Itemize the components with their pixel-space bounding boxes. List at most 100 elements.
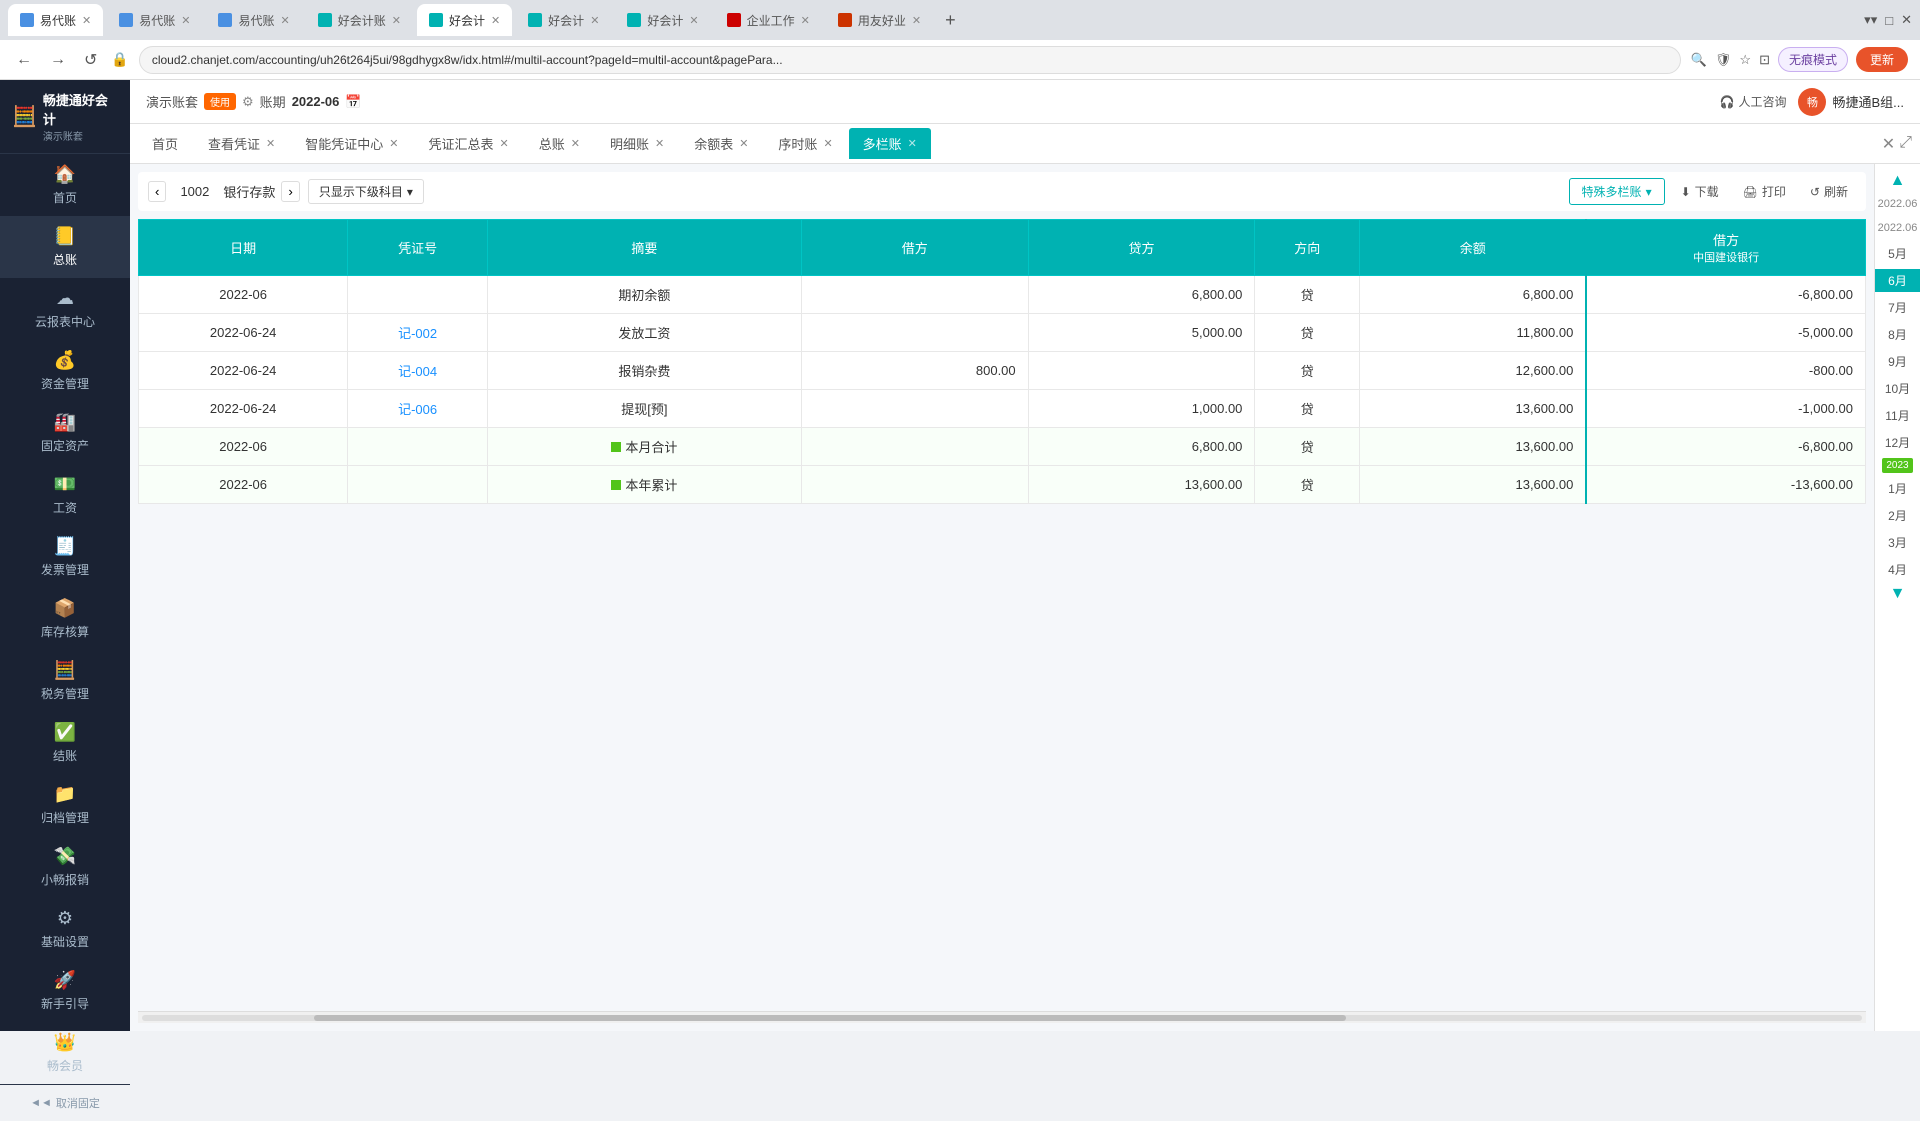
cell-balance: 12,600.00: [1360, 352, 1587, 390]
tab-general-ledger[interactable]: 总账 ✕: [525, 128, 594, 159]
sidebar-item-cloud-report[interactable]: ☁ 云报表中心: [0, 278, 130, 340]
back-button[interactable]: ←: [12, 47, 36, 73]
month-june[interactable]: 6月: [1875, 269, 1920, 292]
tab-hao-kuaiji-3[interactable]: 好会计 ✕: [516, 4, 611, 36]
sidebar-item-member[interactable]: 👑 畅会员: [0, 1022, 130, 1084]
no-trace-button[interactable]: 无痕模式: [1778, 47, 1848, 72]
tab-close-2[interactable]: ✕: [181, 14, 190, 27]
tab-voucher-summary[interactable]: 凭证汇总表 ✕: [414, 128, 522, 159]
tab-smart-voucher-close[interactable]: ✕: [389, 137, 398, 150]
tab-detail-ledger[interactable]: 明细账 ✕: [596, 128, 678, 159]
cell-direction: 贷: [1255, 314, 1360, 352]
calendar-icon[interactable]: 📅: [345, 94, 361, 110]
tab-detail-ledger-close[interactable]: ✕: [655, 137, 664, 150]
month-feb-2023[interactable]: 2月: [1875, 504, 1920, 527]
sidebar-item-invoice[interactable]: 🧾 发票管理: [0, 526, 130, 588]
sidebar-item-finance[interactable]: 💰 资金管理: [0, 340, 130, 402]
tab-enterprise[interactable]: 企业工作 ✕: [715, 4, 822, 36]
sidebar-item-inventory[interactable]: 📦 库存核算: [0, 588, 130, 650]
scrollbar-thumb[interactable]: [314, 1015, 1346, 1021]
next-account-button[interactable]: ›: [281, 181, 299, 202]
tab-balance[interactable]: 余额表 ✕: [680, 128, 762, 159]
horizontal-scrollbar[interactable]: [138, 1011, 1866, 1023]
tab-yi-dazhang-1[interactable]: 易代账 ✕: [8, 4, 103, 36]
tab-hao-kuaiji-1[interactable]: 好会计账 ✕: [306, 4, 413, 36]
ledger-table: 日期 凭证号 摘要 借方 贷方 方向 余额 借方 中国建设银行: [138, 219, 1866, 1011]
tab-multi-col-close[interactable]: ✕: [908, 137, 917, 150]
window-controls: ▾▾ □ ✕: [1864, 12, 1912, 28]
restore-button[interactable]: □: [1885, 13, 1893, 28]
sidebar-item-archive[interactable]: 📁 归档管理: [0, 774, 130, 836]
sidebar-item-home[interactable]: 🏠 首页: [0, 154, 130, 216]
month-december[interactable]: 12月: [1875, 431, 1920, 454]
tab-close-8[interactable]: ✕: [801, 14, 810, 27]
prev-account-button[interactable]: ‹: [148, 181, 166, 202]
tab-youyou[interactable]: 用友好业 ✕: [826, 4, 933, 36]
sidebar-item-guide[interactable]: 🚀 新手引导: [0, 960, 130, 1022]
month-jan-2023[interactable]: 1月: [1875, 477, 1920, 500]
tab-smart-voucher[interactable]: 智能凭证中心 ✕: [291, 128, 412, 159]
scroll-up-button[interactable]: ▲: [1890, 172, 1906, 190]
star-icon[interactable]: ☆: [1739, 52, 1751, 68]
tab-hao-kuaiji-2[interactable]: 好会计 ✕: [417, 4, 512, 36]
sidebar-item-tax[interactable]: 🧮 税务管理: [0, 650, 130, 712]
download-button[interactable]: ⬇ 下载: [1673, 179, 1727, 204]
print-button[interactable]: 🖨 打印: [1735, 179, 1794, 204]
tab-view-voucher-close[interactable]: ✕: [266, 137, 275, 150]
tab-yi-dazhang-3[interactable]: 易代账 ✕: [206, 4, 301, 36]
settings-gear-icon[interactable]: ⚙: [242, 94, 254, 110]
collapse-panel-icon[interactable]: ✕: [1882, 134, 1895, 154]
consult-button[interactable]: 🎧 人工咨询: [1720, 93, 1787, 110]
month-october[interactable]: 10月: [1875, 377, 1920, 400]
tab-close-5[interactable]: ✕: [491, 14, 500, 27]
month-apr-2023[interactable]: 4月: [1875, 558, 1920, 581]
sidebar-item-salary[interactable]: 💵 工资: [0, 464, 130, 526]
sidebar-item-settings[interactable]: ⚙ 基础设置: [0, 898, 130, 960]
update-button[interactable]: 更新: [1856, 47, 1908, 72]
sidebar-toggle-icon[interactable]: ⊡: [1759, 52, 1770, 68]
tab-sequential[interactable]: 序时账 ✕: [764, 128, 846, 159]
tab-close-4[interactable]: ✕: [392, 14, 401, 27]
tab-hao-kuaiji-4[interactable]: 好会计 ✕: [615, 4, 710, 36]
sidebar-item-assets[interactable]: 🏭 固定资产: [0, 402, 130, 464]
tab-general-ledger-close[interactable]: ✕: [571, 137, 580, 150]
minimize-button[interactable]: ▾▾: [1864, 12, 1877, 28]
month-july[interactable]: 7月: [1875, 296, 1920, 319]
refresh-nav-button[interactable]: ↺: [80, 46, 101, 74]
tab-home[interactable]: 首页: [138, 128, 192, 159]
search-icon[interactable]: 🔍: [1691, 52, 1707, 68]
multi-col-button[interactable]: 特殊多栏账 ▾: [1569, 178, 1665, 205]
unpin-button[interactable]: ◄◄ 取消固定: [0, 1085, 130, 1121]
sidebar-item-ledger[interactable]: 📒 总账: [0, 216, 130, 278]
tab-yi-dazhang-2[interactable]: 易代账 ✕: [107, 4, 202, 36]
sidebar-item-expense[interactable]: 💸 小畅报销: [0, 836, 130, 898]
month-september[interactable]: 9月: [1875, 350, 1920, 373]
sidebar-item-close-accounts[interactable]: ✅ 结账: [0, 712, 130, 774]
month-august[interactable]: 8月: [1875, 323, 1920, 346]
tab-voucher-summary-close[interactable]: ✕: [500, 137, 509, 150]
close-window-button[interactable]: ✕: [1901, 12, 1912, 28]
month-november[interactable]: 11月: [1875, 404, 1920, 427]
scroll-down-button[interactable]: ▼: [1890, 585, 1906, 603]
expand-panel-icon[interactable]: ⤢: [1899, 134, 1912, 154]
new-tab-button[interactable]: +: [937, 10, 964, 31]
month-mar-2023[interactable]: 3月: [1875, 531, 1920, 554]
month-may[interactable]: 5月: [1875, 242, 1920, 265]
tab-close-1[interactable]: ✕: [82, 14, 91, 27]
forward-button[interactable]: →: [46, 47, 70, 73]
tab-view-voucher[interactable]: 查看凭证 ✕: [194, 128, 289, 159]
sub-account-filter[interactable]: 只显示下级科目 ▾: [308, 179, 424, 204]
tab-close-7[interactable]: ✕: [689, 14, 698, 27]
tab-multi-col[interactable]: 多栏账 ✕: [849, 128, 931, 159]
address-input[interactable]: [139, 46, 1681, 74]
tab-close-3[interactable]: ✕: [280, 14, 289, 27]
cell-voucher[interactable]: 记-006: [348, 390, 488, 428]
shield-icon[interactable]: 🛡: [1715, 52, 1732, 68]
cell-voucher[interactable]: 记-002: [348, 314, 488, 352]
tab-balance-close[interactable]: ✕: [739, 137, 748, 150]
tab-close-9[interactable]: ✕: [912, 14, 921, 27]
refresh-button[interactable]: ↺ 刷新: [1802, 179, 1856, 204]
cell-voucher[interactable]: 记-004: [348, 352, 488, 390]
tab-sequential-close[interactable]: ✕: [823, 137, 832, 150]
tab-close-6[interactable]: ✕: [590, 14, 599, 27]
